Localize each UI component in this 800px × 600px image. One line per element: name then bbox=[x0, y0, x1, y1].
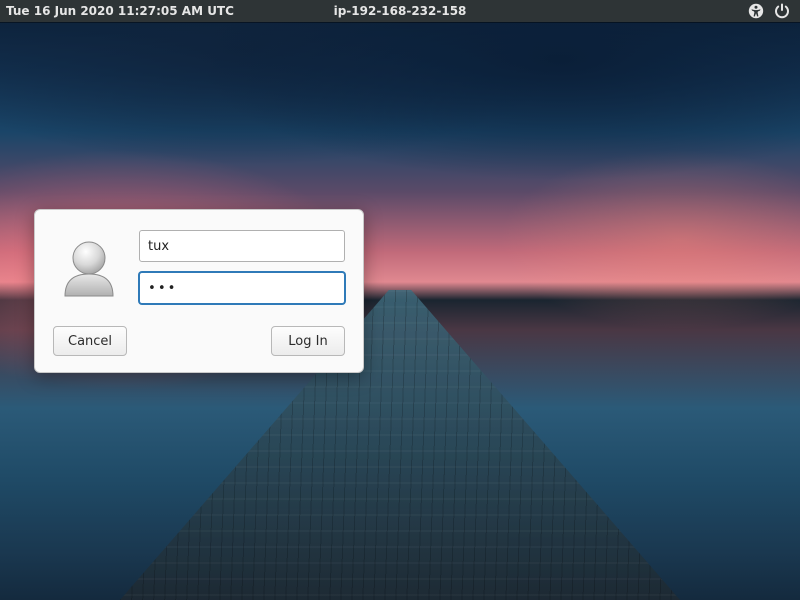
hostname-label: ip-192-168-232-158 bbox=[334, 4, 467, 18]
login-button[interactable]: Log In bbox=[271, 326, 345, 356]
person-icon bbox=[55, 234, 123, 302]
password-input[interactable] bbox=[139, 272, 345, 304]
user-avatar bbox=[53, 230, 125, 302]
cancel-button[interactable]: Cancel bbox=[53, 326, 127, 356]
login-button-row: Cancel Log In bbox=[53, 326, 345, 356]
login-form-row bbox=[53, 230, 345, 304]
power-icon[interactable] bbox=[774, 3, 790, 19]
username-input[interactable] bbox=[139, 230, 345, 262]
top-bar-right bbox=[748, 3, 794, 19]
login-panel: Cancel Log In bbox=[34, 209, 364, 373]
top-bar: Tue 16 Jun 2020 11:27:05 AM UTC ip-192-1… bbox=[0, 0, 800, 22]
clock-label: Tue 16 Jun 2020 11:27:05 AM UTC bbox=[6, 4, 234, 18]
login-fields bbox=[139, 230, 345, 304]
accessibility-icon[interactable] bbox=[748, 3, 764, 19]
